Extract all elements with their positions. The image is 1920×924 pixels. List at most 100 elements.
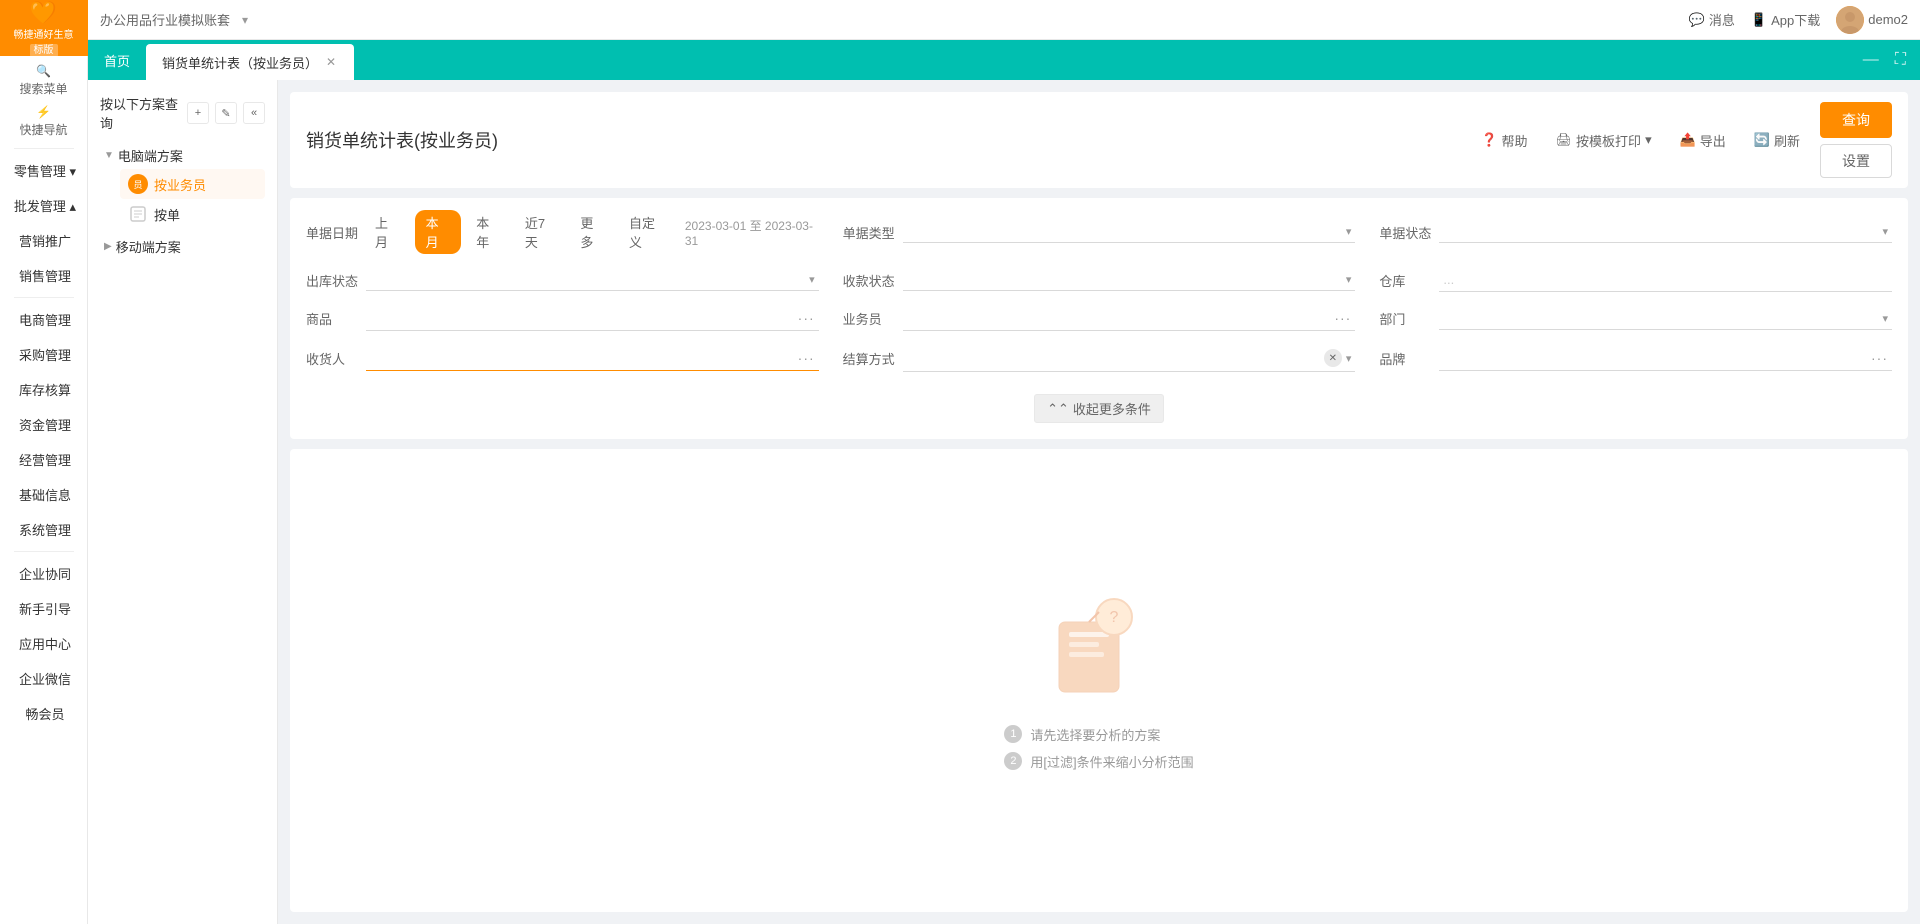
date-7days-btn[interactable]: 近7天	[516, 210, 565, 254]
sidebar-item-wechat[interactable]: 企业微信	[0, 661, 88, 696]
staff-control[interactable]: ···	[903, 306, 1356, 331]
message-button[interactable]: 💬 消息	[1689, 10, 1735, 29]
print-icon: 🖨	[1556, 132, 1573, 148]
query-button[interactable]: 查询	[1820, 102, 1892, 138]
sidebar: 🧡 畅捷通好生意 标版 🔍 搜索菜单 ⚡ 快捷导航 零售管理 ▾ 批发管理 ▴ …	[0, 0, 88, 924]
doc-status-control[interactable]: ▾	[1439, 221, 1892, 243]
app-download-button[interactable]: 📱 App下载	[1751, 10, 1820, 29]
warehouse-placeholder: ...	[1443, 272, 1884, 287]
tab-home[interactable]: 首页	[88, 40, 146, 80]
content-area: 按以下方案查询 + ✎ « ▼ 电脑端方案 员 按业务员	[88, 80, 1920, 924]
export-button[interactable]: 📤 导出	[1672, 127, 1734, 154]
staff-dots: ···	[1334, 310, 1351, 326]
topbar-right: 💬 消息 📱 App下载 demo2	[1689, 6, 1908, 34]
payment-method-clear-button[interactable]: ✕	[1324, 349, 1342, 367]
collapse-panel-button[interactable]: «	[243, 102, 265, 124]
breadcrumb-dropdown-icon[interactable]: ▾	[242, 13, 248, 27]
app-download-label: App下载	[1771, 10, 1820, 29]
brand-control[interactable]: ···	[1439, 346, 1892, 371]
filter-row-1: 单据日期 上月 本月 本年 近7天 更多 自定义 2023-03-01 至 20…	[306, 210, 1892, 254]
sidebar-item-system[interactable]: 系统管理	[0, 512, 88, 547]
help-button[interactable]: ❓ 帮助	[1473, 127, 1535, 154]
goods-control[interactable]: ···	[366, 306, 819, 331]
payment-method-control[interactable]: ✕ ▾	[903, 345, 1356, 372]
goods-label: 商品	[306, 309, 366, 328]
collapse-row: ⌃⌃ 收起更多条件	[306, 386, 1892, 427]
desktop-section[interactable]: ▼ 电脑端方案	[100, 142, 265, 169]
edit-scheme-button[interactable]: ✎	[215, 102, 237, 124]
scheme-by-staff-label: 按业务员	[154, 175, 206, 194]
shipment-control[interactable]: ▾	[366, 269, 819, 291]
receiver-control[interactable]: ···	[366, 346, 819, 371]
print-dropdown-icon: ▾	[1645, 132, 1652, 148]
help-label: 帮助	[1502, 131, 1528, 150]
tip-num-1: 1	[1004, 725, 1022, 743]
add-scheme-button[interactable]: +	[187, 102, 209, 124]
search-menu-item[interactable]: 🔍 搜索菜单	[19, 56, 67, 101]
dept-control[interactable]: ▾	[1439, 308, 1892, 330]
left-panel-title: 按以下方案查询	[100, 94, 187, 132]
sidebar-item-enterprise[interactable]: 企业协同	[0, 556, 88, 591]
filter-row-4: 收货人 ··· 结算方式 ✕ ▾	[306, 345, 1892, 372]
left-panel: 按以下方案查询 + ✎ « ▼ 电脑端方案 员 按业务员	[88, 80, 278, 924]
tab-minimize-icon[interactable]: —	[1857, 47, 1885, 73]
refresh-button[interactable]: 🔄 刷新	[1746, 127, 1808, 154]
sidebar-item-purchase[interactable]: 采购管理	[0, 337, 88, 372]
quick-nav-item[interactable]: ⚡ 快捷导航	[0, 101, 88, 144]
staff-filter-item: 业务员 ···	[843, 306, 1356, 331]
scheme-by-staff[interactable]: 员 按业务员	[120, 169, 265, 199]
date-custom-btn[interactable]: 自定义	[620, 210, 675, 254]
date-last-month-btn[interactable]: 上月	[366, 210, 409, 254]
payment-recv-control[interactable]: ▾	[903, 269, 1356, 291]
tab-sales-stat[interactable]: 销货单统计表（按业务员） ✕	[146, 44, 354, 80]
mobile-section[interactable]: ▶ 移动端方案	[100, 233, 265, 260]
sidebar-item-wholesale[interactable]: 批发管理 ▴	[0, 188, 88, 223]
search-label: 搜索菜单	[19, 80, 67, 97]
collapse-button[interactable]: ⌃⌃ 收起更多条件	[1034, 394, 1164, 423]
dept-label: 部门	[1379, 309, 1439, 328]
user-menu[interactable]: demo2	[1836, 6, 1908, 34]
sidebar-item-basic[interactable]: 基础信息	[0, 477, 88, 512]
doc-type-control[interactable]: ▾	[903, 221, 1356, 243]
page-title-bar: 销货单统计表(按业务员) ❓ 帮助 🖨 按模板打印 ▾ 📤 导出	[290, 92, 1908, 188]
date-this-year-btn[interactable]: 本年	[467, 210, 510, 254]
date-this-month-btn[interactable]: 本月	[415, 210, 462, 254]
page-actions: ❓ 帮助 🖨 按模板打印 ▾ 📤 导出 🔄 刷新	[1473, 102, 1892, 178]
sidebar-item-member[interactable]: 畅会员	[0, 696, 88, 731]
logo-text: 畅捷通好生意	[14, 30, 74, 42]
shipment-filter-item: 出库状态 ▾	[306, 269, 819, 291]
date-more-btn[interactable]: 更多	[571, 210, 614, 254]
warehouse-control[interactable]: ...	[1439, 268, 1892, 292]
tab-maximize-icon[interactable]: ⛶	[1889, 47, 1912, 73]
sidebar-item-stock[interactable]: 库存核算	[0, 372, 88, 407]
template-print-button[interactable]: 🖨 按模板打印 ▾	[1548, 127, 1660, 154]
template-print-label: 按模板打印	[1576, 131, 1641, 150]
tabbar: 首页 销货单统计表（按业务员） ✕ — ⛶	[88, 40, 1920, 80]
logo-sub: 标版	[30, 44, 58, 57]
export-label: 导出	[1700, 131, 1726, 150]
sidebar-item-finance[interactable]: 资金管理	[0, 407, 88, 442]
divider2	[14, 297, 74, 298]
sidebar-item-retail[interactable]: 零售管理 ▾	[0, 153, 88, 188]
left-panel-icons: + ✎ «	[187, 102, 265, 124]
doc-type-filter-item: 单据类型 ▾	[843, 221, 1356, 243]
sidebar-item-sales[interactable]: 销售管理	[0, 258, 88, 293]
goods-filter-item: 商品 ···	[306, 306, 819, 331]
right-panel: 销货单统计表(按业务员) ❓ 帮助 🖨 按模板打印 ▾ 📤 导出	[278, 80, 1920, 924]
payment-recv-arrow: ▾	[1346, 273, 1352, 286]
sidebar-item-appstore[interactable]: 应用中心	[0, 626, 88, 661]
sidebar-item-marketing[interactable]: 营销推广	[0, 223, 88, 258]
filter-area: 单据日期 上月 本月 本年 近7天 更多 自定义 2023-03-01 至 20…	[290, 198, 1908, 439]
doc-type-label: 单据类型	[843, 223, 903, 242]
tab-close-icon[interactable]: ✕	[324, 53, 338, 71]
download-icon: 📱	[1751, 12, 1767, 28]
page-title: 销货单统计表(按业务员)	[306, 127, 498, 153]
settings-button[interactable]: 设置	[1820, 144, 1892, 178]
sidebar-item-operations[interactable]: 经营管理	[0, 442, 88, 477]
divider	[14, 148, 74, 149]
sidebar-item-ecommerce[interactable]: 电商管理	[0, 302, 88, 337]
action-buttons: 查询 设置	[1820, 102, 1892, 178]
date-filter-item: 单据日期 上月 本月 本年 近7天 更多 自定义 2023-03-01 至 20…	[306, 210, 819, 254]
scheme-by-order[interactable]: 按单	[120, 199, 265, 229]
sidebar-item-newbie[interactable]: 新手引导	[0, 591, 88, 626]
